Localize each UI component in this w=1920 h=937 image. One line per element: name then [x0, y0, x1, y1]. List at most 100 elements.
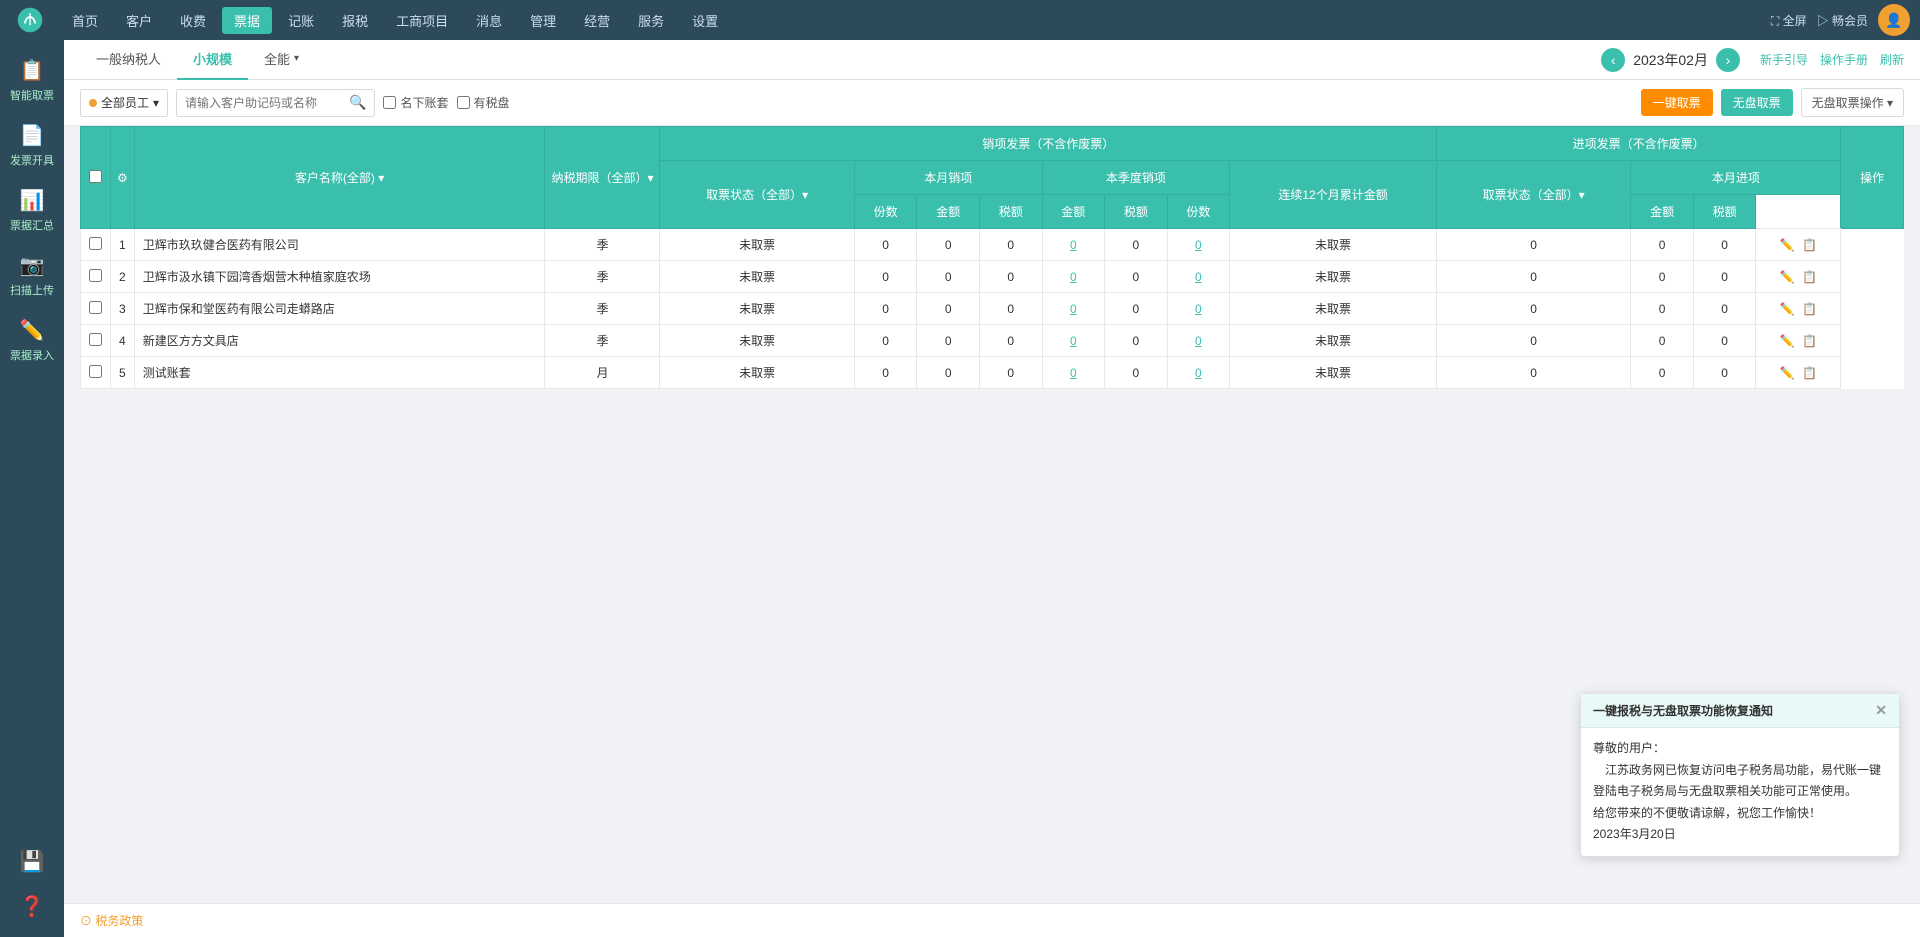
no-disk-operation-btn[interactable]: 无盘取票操作 ▾	[1801, 88, 1904, 117]
row-purchase-month-copies: 0	[1436, 293, 1630, 325]
nav-invoice[interactable]: 票据	[222, 7, 272, 34]
nav-message[interactable]: 消息	[464, 7, 514, 34]
row-actions: ✏️ 📋	[1756, 325, 1841, 357]
col-month-purchase-header: 本月进项	[1631, 161, 1841, 195]
edit-icon[interactable]: ✏️	[1780, 302, 1795, 316]
month-selector: ‹ 2023年02月 ›	[1601, 48, 1740, 72]
nav-tax[interactable]: 报税	[330, 7, 380, 34]
nav-accounting[interactable]: 记账	[276, 7, 326, 34]
row-checkbox[interactable]	[81, 357, 111, 389]
search-icon[interactable]: 🔍	[349, 94, 366, 111]
operation-manual-btn[interactable]: 操作手册	[1820, 51, 1868, 68]
row-checkbox[interactable]	[81, 229, 111, 261]
col-purchase-month-amount: 金额	[1631, 195, 1694, 229]
edit-icon[interactable]: ✏️	[1780, 366, 1795, 380]
my-account-checkbox-label[interactable]: 名下账套	[383, 94, 448, 111]
tab-all[interactable]: 全能 ▾	[248, 40, 315, 80]
table-row: 3 卫辉市保和堂医药有限公司走蟒路店 季 未取票 0 0 0 0 0 0 未取票…	[81, 293, 1904, 325]
row-sales-quarter-tax: 0	[1105, 293, 1168, 325]
col-month-sales-header: 本月销项	[854, 161, 1042, 195]
col-sales-quarter-tax: 税额	[1105, 195, 1168, 229]
newbie-guide-btn[interactable]: 新手引导	[1760, 51, 1808, 68]
row-purchase-month-tax: 0	[1693, 293, 1756, 325]
col-sales-month-amount: 金额	[917, 195, 980, 229]
select-all-checkbox[interactable]	[89, 170, 102, 183]
view-icon[interactable]: 📋	[1802, 366, 1817, 380]
edit-icon[interactable]: ✏️	[1780, 334, 1795, 348]
tax-policy-link[interactable]: ⊙ 税务政策	[80, 914, 143, 928]
employee-select[interactable]: 全部员工 ▾	[80, 89, 168, 117]
fullscreen-btn[interactable]: ⛶ 全屏	[1771, 12, 1807, 29]
one-key-ticket-btn[interactable]: 一键取票	[1641, 89, 1713, 116]
refresh-btn[interactable]: 刷新	[1880, 51, 1904, 68]
sidebar-smart-ticket[interactable]: 📋 智能取票	[4, 50, 60, 111]
no-disk-ticket-btn[interactable]: 无盘取票	[1721, 89, 1793, 116]
view-icon[interactable]: 📋	[1802, 270, 1817, 284]
sidebar-download[interactable]: 💾	[4, 841, 60, 882]
row-purchase-month-tax: 0	[1693, 229, 1756, 261]
edit-icon[interactable]: ✏️	[1780, 270, 1795, 284]
user-avatar[interactable]: 👤	[1878, 4, 1910, 36]
prev-month-btn[interactable]: ‹	[1601, 48, 1625, 72]
row-actions: ✏️ 📋	[1756, 261, 1841, 293]
sidebar-invoice-entry[interactable]: ✏️ 票据录入	[4, 310, 60, 371]
row-sales-month-copies: 0	[854, 229, 917, 261]
nav-service[interactable]: 服务	[626, 7, 676, 34]
row-checkbox[interactable]	[81, 325, 111, 357]
row-index: 3	[111, 293, 135, 325]
view-icon[interactable]: 📋	[1802, 334, 1817, 348]
main-table: ⚙ 客户名称(全部) ▾ 纳税期限（全部）▾ 销项发票（不含作废票） 进项发票（…	[80, 126, 1904, 389]
row-sales-month-tax: 0	[979, 261, 1042, 293]
search-input[interactable]	[185, 96, 345, 110]
row-purchase-month-amount: 0	[1631, 261, 1694, 293]
tax-disk-checkbox[interactable]	[457, 96, 470, 109]
sidebar-invoice-summary[interactable]: 📊 票据汇总	[4, 180, 60, 241]
sidebar-help[interactable]: ❓	[4, 886, 60, 927]
notification-close-btn[interactable]: ✕	[1875, 702, 1887, 719]
notification-body: 尊敬的用户： 江苏政务网已恢复访问电子税务局功能，易代账一键登陆电子税务局与无盘…	[1581, 728, 1899, 856]
nav-business2[interactable]: 经营	[572, 7, 622, 34]
row-checkbox[interactable]	[81, 261, 111, 293]
member-btn[interactable]: ▷ 畅会员	[1817, 12, 1868, 29]
row-checkbox[interactable]	[81, 293, 111, 325]
tab-general-taxpayer[interactable]: 一般纳税人	[80, 40, 177, 80]
footer: ⊙ 税务政策	[64, 903, 1920, 937]
row-index: 5	[111, 357, 135, 389]
my-account-checkbox[interactable]	[383, 96, 396, 109]
row-client-name: 卫辉市汲水镇下园湾香烟营木种植家庭农场	[134, 261, 545, 293]
row-sales-quarter-amount: 0	[1042, 261, 1105, 293]
row-index: 1	[111, 229, 135, 261]
row-rolling12: 0	[1167, 357, 1230, 389]
help-icon: ❓	[20, 894, 45, 919]
row-sales-quarter-tax: 0	[1105, 357, 1168, 389]
sidebar-scan-upload[interactable]: 📷 扫描上传	[4, 245, 60, 306]
row-client-name: 卫辉市玖玖健合医药有限公司	[134, 229, 545, 261]
row-sales-month-tax: 0	[979, 325, 1042, 357]
sidebar-invoice-issue[interactable]: 📄 发票开具	[4, 115, 60, 176]
view-icon[interactable]: 📋	[1802, 302, 1817, 316]
col-name-header: 客户名称(全部) ▾	[134, 127, 545, 229]
nav-home[interactable]: 首页	[60, 7, 110, 34]
tax-disk-checkbox-label[interactable]: 有税盘	[457, 94, 510, 111]
nav-fee[interactable]: 收费	[168, 7, 218, 34]
nav-customer[interactable]: 客户	[114, 7, 164, 34]
scan-icon: 📷	[20, 253, 45, 278]
row-sales-month-amount: 0	[917, 261, 980, 293]
nav-manage[interactable]: 管理	[518, 7, 568, 34]
row-sales-month-tax: 0	[979, 293, 1042, 325]
nav-settings[interactable]: 设置	[680, 7, 730, 34]
tab-small-scale[interactable]: 小规模	[177, 40, 248, 80]
col-quarter-sales-header: 本季度销项	[1042, 161, 1230, 195]
nav-business[interactable]: 工商项目	[384, 7, 460, 34]
next-month-btn[interactable]: ›	[1716, 48, 1740, 72]
row-sales-quarter-amount: 0	[1042, 357, 1105, 389]
view-icon[interactable]: 📋	[1802, 238, 1817, 252]
row-purchase-month-copies: 0	[1436, 229, 1630, 261]
col-purchase-month-copies: 份数	[1167, 195, 1230, 229]
row-sales-month-copies: 0	[854, 357, 917, 389]
app-logo	[10, 0, 50, 40]
row-client-name: 卫辉市保和堂医药有限公司走蟒路店	[134, 293, 545, 325]
edit-icon[interactable]: ✏️	[1780, 238, 1795, 252]
row-purchase-month-amount: 0	[1631, 229, 1694, 261]
row-sales-status: 未取票	[660, 261, 854, 293]
